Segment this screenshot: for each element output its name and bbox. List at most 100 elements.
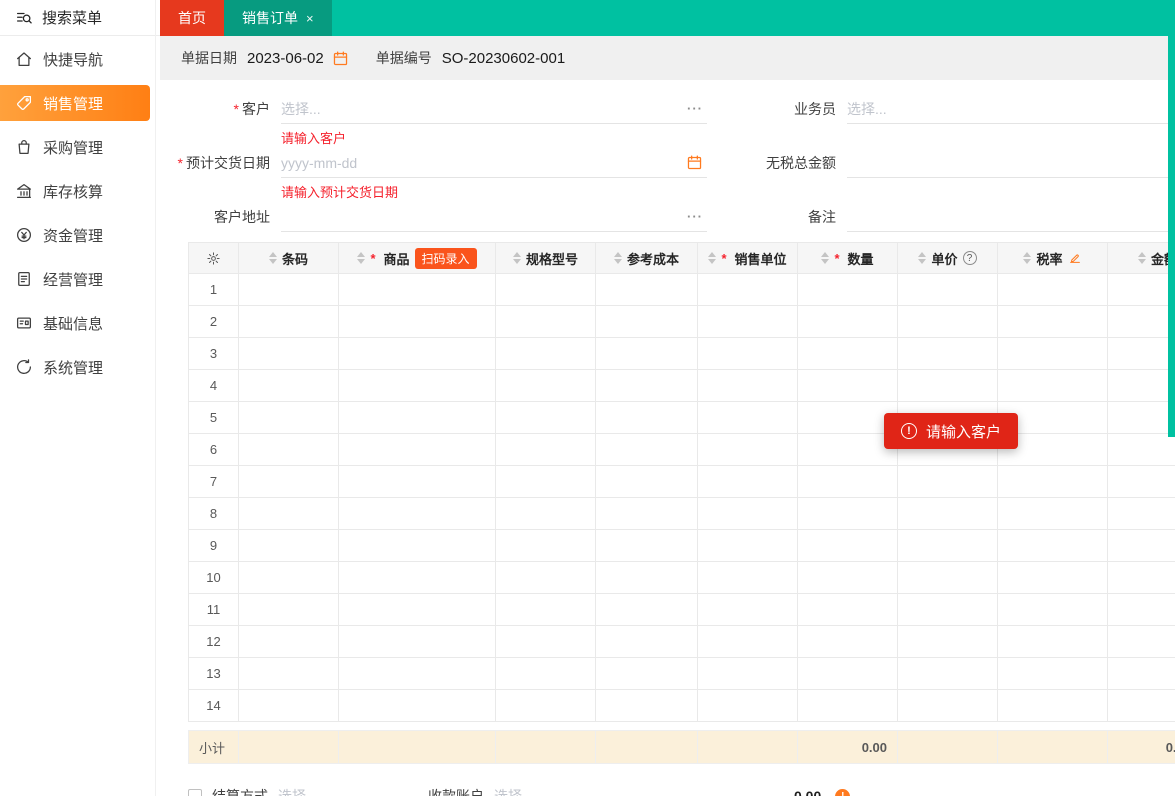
grid-cell[interactable] xyxy=(697,497,798,530)
grid-cell[interactable] xyxy=(897,561,998,594)
grid-cell[interactable] xyxy=(238,657,339,690)
grid-cell[interactable] xyxy=(697,305,798,338)
grid-cell[interactable] xyxy=(238,593,339,626)
sort-icon[interactable] xyxy=(357,252,366,264)
grid-cell[interactable] xyxy=(495,305,596,338)
grid-cell[interactable] xyxy=(1107,337,1175,370)
grid-cell[interactable] xyxy=(238,561,339,594)
grid-cell[interactable] xyxy=(338,273,496,306)
grid-cell[interactable] xyxy=(495,593,596,626)
grid-cell[interactable] xyxy=(897,657,998,690)
grid-cell[interactable] xyxy=(238,369,339,402)
grid-cell[interactable] xyxy=(338,433,496,466)
sidebar-item-business[interactable]: 经营管理 xyxy=(0,257,160,301)
grid-cell[interactable] xyxy=(338,497,496,530)
grid-cell[interactable] xyxy=(797,689,898,722)
grid-cell[interactable] xyxy=(697,337,798,370)
grid-cell[interactable] xyxy=(1107,529,1175,562)
grid-cell[interactable] xyxy=(1107,625,1175,658)
grid-cell[interactable] xyxy=(238,529,339,562)
column-header-price[interactable]: 单价? xyxy=(897,242,998,274)
column-header-cost[interactable]: 参考成本 xyxy=(595,242,698,274)
column-header-tax[interactable]: 税率 xyxy=(997,242,1108,274)
grid-cell[interactable] xyxy=(997,497,1108,530)
grid-cell[interactable] xyxy=(495,465,596,498)
account-select[interactable]: 选择... xyxy=(494,784,604,796)
grid-cell[interactable] xyxy=(897,337,998,370)
grid-cell[interactable] xyxy=(338,657,496,690)
grid-cell[interactable] xyxy=(997,689,1108,722)
grid-cell[interactable] xyxy=(238,465,339,498)
grid-cell[interactable] xyxy=(595,401,698,434)
grid-cell[interactable] xyxy=(897,625,998,658)
grid-cell[interactable] xyxy=(595,369,698,402)
grid-cell[interactable] xyxy=(595,561,698,594)
grid-cell[interactable] xyxy=(238,689,339,722)
grid-cell[interactable] xyxy=(797,465,898,498)
grid-cell[interactable] xyxy=(697,593,798,626)
grid-cell[interactable] xyxy=(495,337,596,370)
grid-cell[interactable] xyxy=(595,273,698,306)
grid-cell[interactable] xyxy=(797,497,898,530)
grid-cell[interactable] xyxy=(997,465,1108,498)
sort-icon[interactable] xyxy=(613,252,622,264)
grid-cell[interactable] xyxy=(338,529,496,562)
doc-date-value[interactable]: 2023-06-02 xyxy=(247,50,324,67)
sort-icon[interactable] xyxy=(1137,252,1146,264)
grid-cell[interactable] xyxy=(338,401,496,434)
grid-cell[interactable] xyxy=(797,593,898,626)
grid-cell[interactable] xyxy=(238,273,339,306)
grid-cell[interactable] xyxy=(997,625,1108,658)
gear-icon[interactable] xyxy=(206,251,221,266)
grid-cell[interactable] xyxy=(997,305,1108,338)
column-header-rownum[interactable] xyxy=(188,242,239,274)
grid-cell[interactable] xyxy=(997,337,1108,370)
grid-cell[interactable] xyxy=(338,305,496,338)
customer-address-input[interactable] xyxy=(281,202,707,232)
grid-cell[interactable] xyxy=(797,561,898,594)
grid-cell[interactable] xyxy=(495,401,596,434)
grid-cell[interactable] xyxy=(797,369,898,402)
grid-cell[interactable] xyxy=(595,625,698,658)
ellipsis-picker-icon[interactable] xyxy=(687,209,707,224)
batch-edit-icon[interactable] xyxy=(1068,251,1082,265)
close-icon[interactable]: × xyxy=(306,11,314,26)
grid-cell[interactable] xyxy=(997,657,1108,690)
column-header-product[interactable]: 商品扫码录入 xyxy=(338,242,496,274)
grid-cell[interactable] xyxy=(897,465,998,498)
grid-cell[interactable] xyxy=(338,465,496,498)
grid-cell[interactable] xyxy=(338,593,496,626)
grid-cell[interactable] xyxy=(897,273,998,306)
grid-cell[interactable] xyxy=(595,593,698,626)
grid-cell[interactable] xyxy=(797,625,898,658)
sort-icon[interactable] xyxy=(918,252,927,264)
grid-cell[interactable] xyxy=(595,657,698,690)
grid-cell[interactable] xyxy=(495,369,596,402)
grid-cell[interactable] xyxy=(797,305,898,338)
grid-cell[interactable] xyxy=(797,657,898,690)
grid-cell[interactable] xyxy=(595,433,698,466)
sidebar-item-compass[interactable]: 快捷导航 xyxy=(0,37,160,81)
grid-cell[interactable] xyxy=(897,529,998,562)
grid-cell[interactable] xyxy=(595,305,698,338)
settlement-checkbox[interactable] xyxy=(188,789,202,796)
grid-cell[interactable] xyxy=(238,433,339,466)
grid-cell[interactable] xyxy=(697,433,798,466)
grid-cell[interactable] xyxy=(697,369,798,402)
grid-cell[interactable] xyxy=(495,625,596,658)
sidebar-item-purchase-bag[interactable]: 采购管理 xyxy=(0,125,160,169)
grid-cell[interactable] xyxy=(1107,401,1175,434)
sidebar-item-info-card[interactable]: 基础信息 xyxy=(0,301,160,345)
customer-select[interactable]: 选择... xyxy=(281,94,707,124)
grid-cell[interactable] xyxy=(495,561,596,594)
grid-cell[interactable] xyxy=(1107,593,1175,626)
grid-cell[interactable] xyxy=(897,369,998,402)
grid-cell[interactable] xyxy=(797,433,898,466)
grid-cell[interactable] xyxy=(897,305,998,338)
grid-cell[interactable] xyxy=(338,689,496,722)
grid-cell[interactable] xyxy=(797,529,898,562)
grid-cell[interactable] xyxy=(495,433,596,466)
grid-cell[interactable] xyxy=(595,497,698,530)
sidebar-item-inventory[interactable]: 库存核算 xyxy=(0,169,160,213)
ellipsis-picker-icon[interactable] xyxy=(687,101,707,116)
